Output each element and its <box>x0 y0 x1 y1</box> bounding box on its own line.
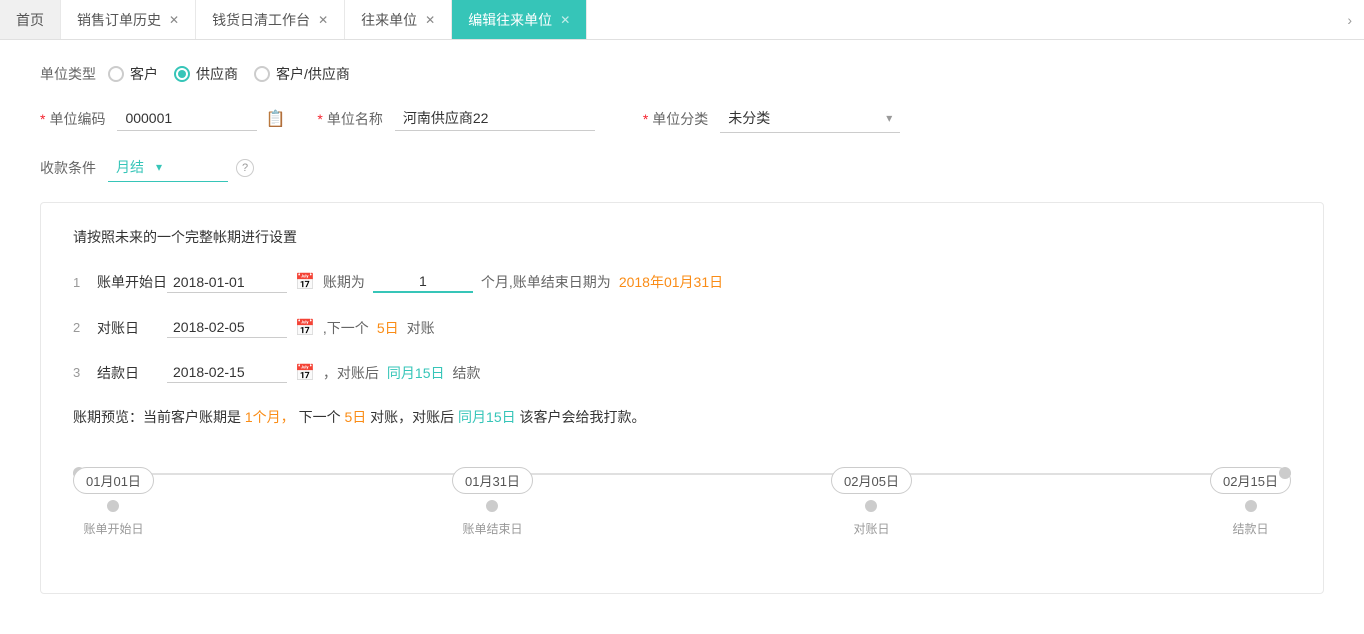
bill-start-label: 账单开始日 <box>97 272 167 292</box>
unit-category-value: 未分类 <box>720 108 878 128</box>
tab-edit-partner-close[interactable]: ✕ <box>560 13 570 27</box>
preview-part2-highlight: 5日 <box>344 409 366 425</box>
radio-customer[interactable]: 客户 <box>108 64 158 84</box>
timeline-dot-3 <box>1245 500 1257 512</box>
timeline-label-3: 结款日 <box>1233 520 1269 537</box>
tab-edit-partner[interactable]: 编辑往来单位 ✕ <box>452 0 587 39</box>
reconcile-desc-before: ,下一个 <box>323 318 369 338</box>
timeline-dot-0 <box>107 500 119 512</box>
unit-name-label: 单位名称 <box>327 109 383 129</box>
payment-day-desc-before: ，对账后 <box>323 363 379 383</box>
timeline-point-1: 01月31日 账单结束日 <box>452 467 533 537</box>
payment-terms-row: 收款条件 月结 ▾ ? <box>40 153 1324 182</box>
row-num-2: 2 <box>73 320 97 335</box>
preview-part3-text: 对账，对账后 <box>370 409 454 425</box>
timeline-dot-2 <box>865 500 877 512</box>
preview-part3-highlight: 同月15日 <box>458 409 516 425</box>
payment-day-label: 结款日 <box>97 363 167 383</box>
unit-type-radio-group: 客户 供应商 客户/供应商 <box>108 64 350 84</box>
unit-category-label: 单位分类 <box>652 109 708 129</box>
tab-partner-units-close[interactable]: ✕ <box>425 13 435 27</box>
unit-category-select[interactable]: 未分类 ▾ <box>720 104 900 133</box>
reconcile-cal-icon[interactable]: 📅 <box>295 318 315 338</box>
tab-cash-ledger[interactable]: 钱货日清工作台 ✕ <box>196 0 345 39</box>
bill-start-cal-icon[interactable]: 📅 <box>295 272 315 292</box>
period-label: 账期为 <box>323 272 365 292</box>
timeline: 01月01日 账单开始日 01月31日 账单结束日 02月05日 对账日 02月… <box>73 451 1291 569</box>
preview-part4-text: 该客户会给我打款。 <box>520 409 646 425</box>
timeline-dot-1 <box>486 500 498 512</box>
unit-name-input[interactable] <box>395 106 595 131</box>
setting-row-3: 3 结款日 📅 ，对账后 同月15日 结款 <box>73 362 1291 383</box>
payment-day-cal-icon[interactable]: 📅 <box>295 363 315 383</box>
tab-home[interactable]: 首页 <box>0 0 61 39</box>
unit-code-label: 单位编码 <box>49 109 105 129</box>
main-content: 单位类型 客户 供应商 客户/供应商 * 单位编码 📋 * 单位名称 * <box>0 40 1364 634</box>
timeline-point-3: 02月15日 结款日 <box>1210 467 1291 537</box>
tab-partner-units[interactable]: 往来单位 ✕ <box>345 0 452 39</box>
reconcile-date[interactable] <box>167 317 287 338</box>
tab-sales-history-close[interactable]: ✕ <box>169 13 179 27</box>
help-icon[interactable]: ? <box>236 159 254 177</box>
reconcile-highlight: 5日 <box>377 318 399 338</box>
timeline-point-2: 02月05日 对账日 <box>831 467 912 537</box>
setting-row-1: 1 账单开始日 📅 账期为 个月,账单结束日期为 2018年01月31日 <box>73 271 1291 293</box>
timeline-label-1: 账单结束日 <box>462 520 522 537</box>
radio-supplier-circle <box>174 66 190 82</box>
payment-terms-label: 收款条件 <box>40 158 96 178</box>
unit-info-row: * 单位编码 📋 * 单位名称 * 单位分类 未分类 ▾ <box>40 104 1324 133</box>
period-end-date: 2018年01月31日 <box>619 272 723 292</box>
radio-supplier[interactable]: 供应商 <box>174 64 238 84</box>
timeline-label-2: 对账日 <box>853 520 889 537</box>
unit-type-label: 单位类型 <box>40 64 96 84</box>
preview-part1: 1个月， <box>245 409 295 425</box>
row-num-3: 3 <box>73 365 97 380</box>
unit-category-arrow-icon: ▾ <box>878 111 900 125</box>
copy-icon[interactable]: 📋 <box>265 109 285 129</box>
preview-row: 账期预览：当前客户账期是 1个月， 下一个 5日 对账，对账后 同月15日 该客… <box>73 407 1291 427</box>
tab-cash-ledger-close[interactable]: ✕ <box>318 13 328 27</box>
payment-day-highlight: 同月15日 <box>387 363 445 383</box>
bill-start-date[interactable] <box>167 272 287 293</box>
unit-type-row: 单位类型 客户 供应商 客户/供应商 <box>40 64 1324 84</box>
payment-terms-dropdown-arrow-icon: ▾ <box>152 160 166 174</box>
timeline-end-dot <box>1279 467 1291 479</box>
payment-terms-value: 月结 <box>108 153 152 181</box>
reconcile-label: 对账日 <box>97 318 167 338</box>
tab-sales-history[interactable]: 销售订单历史 ✕ <box>61 0 196 39</box>
period-unit: 个月,账单结束日期为 <box>481 272 611 292</box>
row-num-1: 1 <box>73 275 97 290</box>
setting-row-2: 2 对账日 📅 ,下一个 5日 对账 <box>73 317 1291 338</box>
reconcile-desc-after: 对账 <box>407 318 435 338</box>
preview-label: 账期预览：当前客户账期是 <box>73 409 241 425</box>
period-input[interactable] <box>373 271 473 293</box>
timeline-bubble-2: 02月05日 <box>831 467 912 494</box>
payment-terms-dropdown[interactable]: 月结 ▾ <box>108 153 228 182</box>
unit-code-input[interactable] <box>117 106 257 131</box>
radio-both[interactable]: 客户/供应商 <box>254 64 350 84</box>
timeline-bubble-1: 01月31日 <box>452 467 533 494</box>
timeline-bubble-0: 01月01日 <box>73 467 154 494</box>
preview-part2-text: 下一个 <box>299 409 341 425</box>
payment-day-desc-after: 结款 <box>453 363 481 383</box>
payment-day-date[interactable] <box>167 362 287 383</box>
radio-customer-circle <box>108 66 124 82</box>
tab-bar: 首页 销售订单历史 ✕ 钱货日清工作台 ✕ 往来单位 ✕ 编辑往来单位 ✕ › <box>0 0 1364 40</box>
radio-both-circle <box>254 66 270 82</box>
timeline-point-0: 01月01日 账单开始日 <box>73 467 154 537</box>
section-title: 请按照未来的一个完整帐期进行设置 <box>73 227 1291 247</box>
tab-arrow[interactable]: › <box>1335 0 1364 39</box>
settings-section: 请按照未来的一个完整帐期进行设置 1 账单开始日 📅 账期为 个月,账单结束日期… <box>40 202 1324 594</box>
timeline-points: 01月01日 账单开始日 01月31日 账单结束日 02月05日 对账日 02月… <box>73 467 1291 537</box>
timeline-label-0: 账单开始日 <box>83 520 143 537</box>
